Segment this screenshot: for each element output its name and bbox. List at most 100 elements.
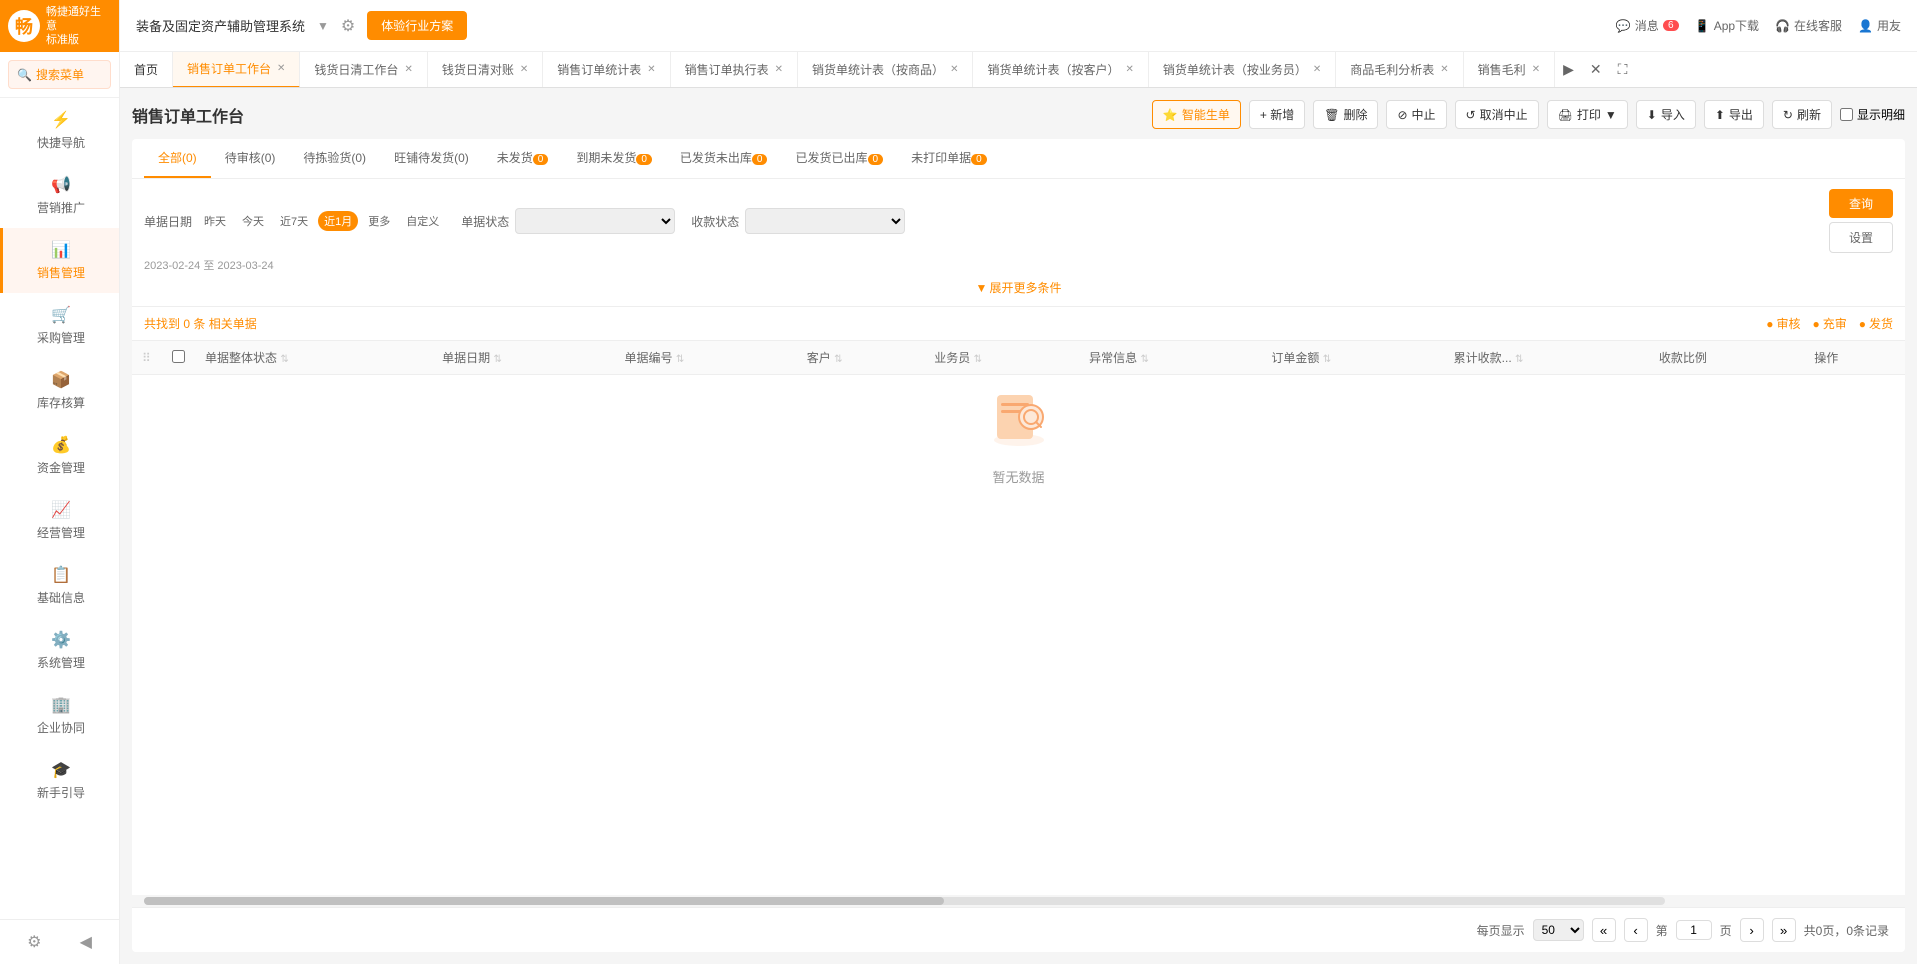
last-page-btn[interactable]: » — [1772, 918, 1796, 942]
message-btn[interactable]: 💬 消息 6 — [1616, 17, 1679, 34]
sidebar-item-purchase[interactable]: 🛒 采购管理 — [0, 293, 119, 358]
data-table: ⠿ 单据整体状态 ⇅ 单据日期 ⇅ — [132, 341, 1905, 375]
tab-close-sales-execute[interactable]: ✕ — [775, 64, 783, 75]
tab-sales-stats[interactable]: 销售订单统计表 ✕ — [543, 52, 670, 88]
payment-select[interactable] — [745, 208, 905, 234]
tab-home[interactable]: 首页 — [120, 52, 173, 88]
detail-checkbox[interactable] — [1840, 108, 1853, 121]
review-action-btn[interactable]: ● 审核 — [1766, 315, 1800, 332]
tab-close-sales-summary-product[interactable]: ✕ — [950, 64, 958, 75]
sidebar-item-quick-nav[interactable]: ⚡ 快捷导航 — [0, 98, 119, 163]
th-abnormal[interactable]: 异常信息 ⇅ — [1079, 341, 1261, 375]
detail-toggle[interactable]: 显示明细 — [1840, 106, 1905, 123]
filter-tab-not-printed[interactable]: 未打印单据0 — [897, 139, 1001, 178]
tab-sales-summary-customer[interactable]: 销货单统计表（按客户） ✕ — [973, 52, 1148, 88]
filter-tab-wangpu[interactable]: 旺铺待发货(0) — [380, 139, 483, 178]
th-number[interactable]: 单据编号 ⇅ — [614, 341, 796, 375]
next-page-btn[interactable]: › — [1740, 918, 1764, 942]
sidebar-item-guide[interactable]: 🎓 新手引导 — [0, 748, 119, 813]
th-checkbox[interactable] — [162, 341, 195, 375]
date-btn-yesterday[interactable]: 昨天 — [198, 211, 232, 231]
date-btn-today[interactable]: 今天 — [236, 211, 270, 231]
tab-margin-analysis[interactable]: 商品毛利分析表 ✕ — [1336, 52, 1463, 88]
date-btn-more[interactable]: 更多 — [362, 211, 396, 231]
sidebar-item-basic[interactable]: 📋 基础信息 — [0, 553, 119, 618]
filter-tab-pending-inspect[interactable]: 待拣验货(0) — [289, 139, 380, 178]
print-btn[interactable]: 🖨 打印 ▼ — [1547, 100, 1628, 129]
header-dropdown-icon[interactable]: ▼ — [317, 19, 329, 33]
online-service-btn[interactable]: 🎧 在线客服 — [1775, 17, 1842, 34]
th-amount[interactable]: 订单金额 ⇅ — [1261, 341, 1443, 375]
tab-close-sales-profit[interactable]: ✕ — [1532, 64, 1540, 75]
filter-tab-pending-review[interactable]: 待审核(0) — [211, 139, 290, 178]
settings-btn[interactable]: 设置 — [1829, 222, 1893, 253]
date-btn-last1m[interactable]: 近1月 — [318, 211, 358, 231]
date-btn-last7[interactable]: 近7天 — [274, 211, 314, 231]
th-customer[interactable]: 客户 ⇅ — [797, 341, 924, 375]
deliver-action-btn[interactable]: ● 发货 — [1859, 315, 1893, 332]
page-size-select[interactable]: 50 100 200 — [1533, 919, 1584, 941]
expand-conditions-btn[interactable]: ▼ 展开更多条件 — [976, 279, 1062, 296]
tab-sales-workbench[interactable]: 销售订单工作台 ✕ — [173, 52, 300, 88]
status-select[interactable] — [515, 208, 675, 234]
export-btn[interactable]: ⬆ 导出 — [1704, 100, 1764, 129]
tab-sales-execute[interactable]: 销售订单执行表 ✕ — [671, 52, 798, 88]
sidebar-item-enterprise[interactable]: 🏢 企业协同 — [0, 683, 119, 748]
user-menu-btn[interactable]: 👤 用友 — [1858, 17, 1901, 34]
th-status[interactable]: 单据整体状态 ⇅ — [195, 341, 432, 375]
sidebar-item-marketing[interactable]: 📢 营销推广 — [0, 163, 119, 228]
tab-close-sales-workbench[interactable]: ✕ — [277, 63, 285, 74]
tab-sales-summary-staff[interactable]: 销货单统计表（按业务员） ✕ — [1149, 52, 1336, 88]
tab-close-margin-analysis[interactable]: ✕ — [1440, 64, 1448, 75]
table-scroll-area[interactable]: ⠿ 单据整体状态 ⇅ 单据日期 ⇅ — [132, 341, 1905, 895]
tab-restore-btn[interactable]: ⛶ — [1610, 52, 1636, 88]
unreview-action-btn[interactable]: ● 充审 — [1812, 315, 1846, 332]
import-btn[interactable]: ⬇ 导入 — [1636, 100, 1696, 129]
prev-page-btn[interactable]: ‹ — [1624, 918, 1648, 942]
th-staff[interactable]: 业务员 ⇅ — [924, 341, 1079, 375]
tab-close-sales-summary-staff[interactable]: ✕ — [1313, 64, 1321, 75]
tab-sales-profit[interactable]: 销售毛利 ✕ — [1464, 52, 1555, 88]
tab-nav-more-btn[interactable]: ▶ — [1555, 52, 1582, 88]
delete-btn[interactable]: 🗑 删除 — [1313, 100, 1378, 129]
tab-close-sales-stats[interactable]: ✕ — [647, 64, 655, 75]
select-all-checkbox[interactable] — [172, 350, 185, 363]
page-input[interactable] — [1676, 920, 1712, 940]
th-date[interactable]: 单据日期 ⇅ — [432, 341, 614, 375]
tab-cash-reconcile[interactable]: 钱货日清对账 ✕ — [428, 52, 543, 88]
filter-tab-delivered-out[interactable]: 已发货已出库0 — [781, 139, 897, 178]
add-btn[interactable]: + 新增 — [1249, 100, 1305, 129]
cancel-stop-btn[interactable]: ↺ 取消中止 — [1455, 100, 1539, 129]
stop-btn[interactable]: ⊘ 中止 — [1386, 100, 1446, 129]
first-page-btn[interactable]: « — [1592, 918, 1616, 942]
tab-close-sales-summary-customer[interactable]: ✕ — [1125, 64, 1133, 75]
filter-tab-overdue[interactable]: 到期未发货0 — [562, 139, 666, 178]
refresh-icon: ↻ — [1783, 108, 1793, 122]
sidebar-item-operation[interactable]: 📈 经营管理 — [0, 488, 119, 553]
sidebar-item-system[interactable]: ⚙️ 系统管理 — [0, 618, 119, 683]
sidebar-item-inventory[interactable]: 📦 库存核算 — [0, 358, 119, 423]
date-btn-custom[interactable]: 自定义 — [400, 211, 445, 231]
sidebar-collapse-btn[interactable]: ◀ — [80, 932, 92, 952]
sidebar-settings-btn[interactable]: ⚙ — [27, 932, 41, 952]
tab-close-cash-reconcile[interactable]: ✕ — [520, 64, 528, 75]
query-btn[interactable]: 查询 — [1829, 189, 1893, 218]
header-settings-icon[interactable]: ⚙ — [341, 16, 355, 36]
filter-tab-not-delivered[interactable]: 未发货0 — [483, 139, 563, 178]
filter-tab-all[interactable]: 全部(0) — [144, 139, 211, 178]
sidebar-item-finance[interactable]: 💰 资金管理 — [0, 423, 119, 488]
tab-cash-daily[interactable]: 钱货日清工作台 ✕ — [300, 52, 427, 88]
smart-btn[interactable]: ⭐ 智能生单 — [1152, 100, 1241, 129]
quick-nav-icon: ⚡ — [51, 110, 71, 130]
app-download-btn[interactable]: 📱 App下载 — [1695, 17, 1759, 34]
tab-sales-summary-product[interactable]: 销货单统计表（按商品） ✕ — [798, 52, 973, 88]
tab-close-all-btn[interactable]: ✕ — [1582, 52, 1610, 88]
search-menu-button[interactable]: 🔍 搜索菜单 — [8, 60, 111, 89]
scroll-bar-area[interactable] — [132, 895, 1905, 907]
refresh-btn[interactable]: ↻ 刷新 — [1772, 100, 1832, 129]
filter-tab-delivered-not-out[interactable]: 已发货未出库0 — [666, 139, 782, 178]
th-received[interactable]: 累计收款... ⇅ — [1444, 341, 1649, 375]
sidebar-item-sales[interactable]: 📊 销售管理 — [0, 228, 119, 293]
tab-close-cash-daily[interactable]: ✕ — [404, 64, 412, 75]
trial-btn[interactable]: 体验行业方案 — [367, 11, 467, 40]
